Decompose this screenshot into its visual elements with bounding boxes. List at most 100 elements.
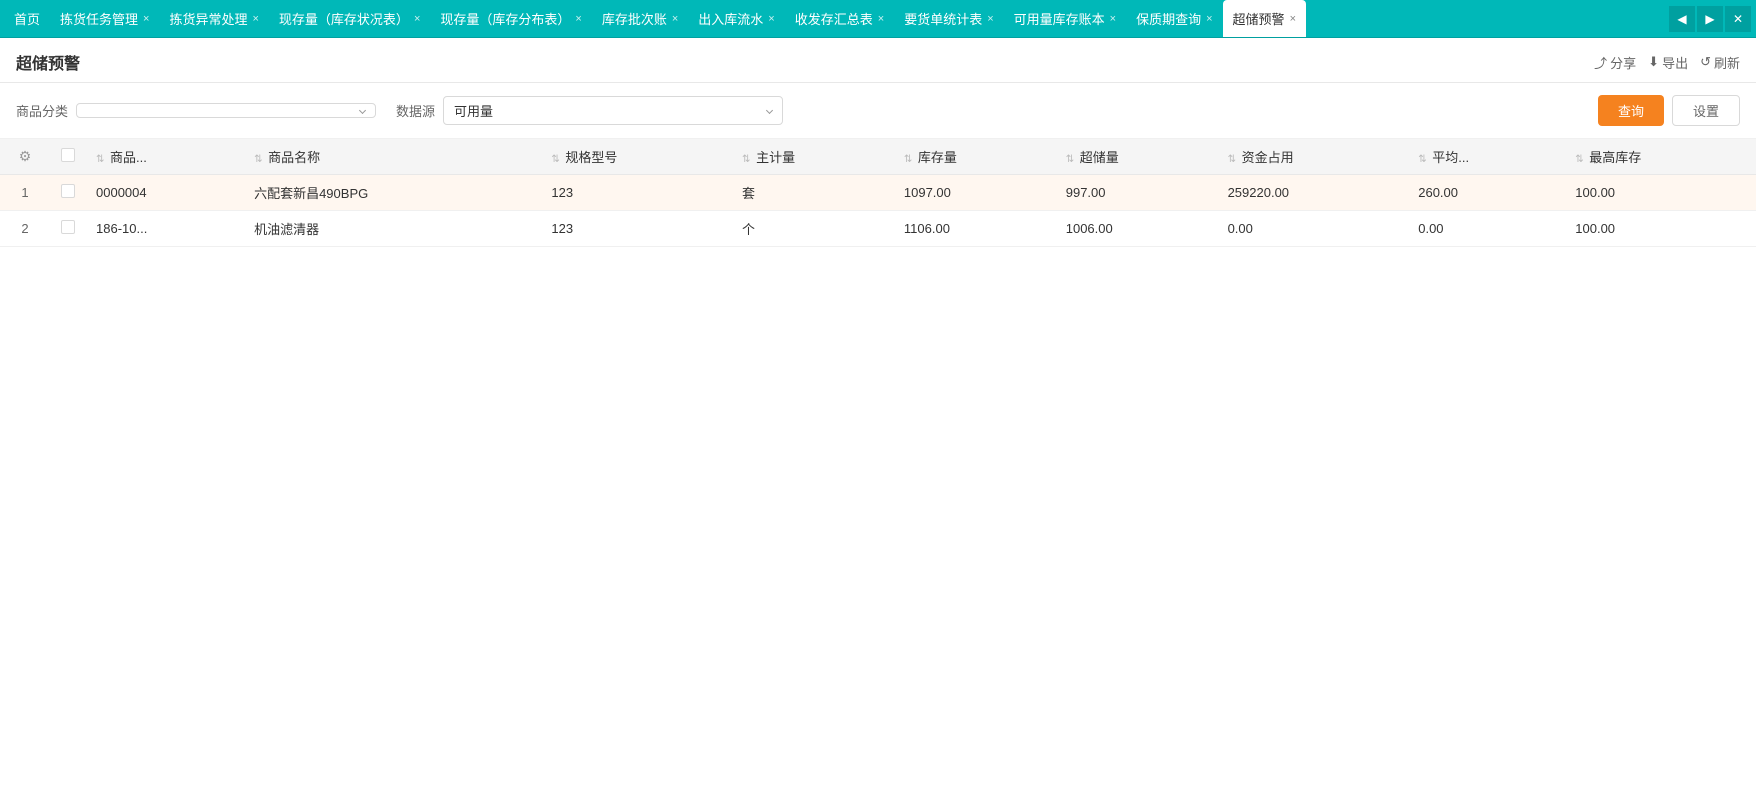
sort-icon-max-stock: ⇅ <box>1575 154 1583 165</box>
export-link[interactable]: ⬇ 导出 <box>1648 53 1688 72</box>
nav-tab-overstock[interactable]: 超储预警 × <box>1223 0 1306 38</box>
nav-tab-available[interactable]: 可用量库存账本 × <box>1004 0 1126 38</box>
close-icon-inventory-dist[interactable]: × <box>575 13 581 25</box>
export-icon: ⬇ <box>1648 54 1659 70</box>
close-icon-order-stat[interactable]: × <box>987 13 993 25</box>
cell-avg-1: 0.00 <box>1408 211 1565 247</box>
close-icon-batch[interactable]: × <box>672 13 678 25</box>
sort-icon-product-code: ⇅ <box>96 154 104 165</box>
nav-tab-abnormal[interactable]: 拣货异常处理 × <box>159 0 268 38</box>
close-icon-available[interactable]: × <box>1110 13 1116 25</box>
filter-bar: 商品分类 数据源 可用量 查询 设置 <box>0 83 1756 139</box>
cell-product-name-1: 机油滤清器 <box>244 211 541 247</box>
col-header-gear: ⚙ <box>0 139 50 175</box>
cell-unit-0: 套 <box>732 175 894 211</box>
nav-tab-quality[interactable]: 保质期查询 × <box>1126 0 1222 38</box>
close-icon-collect[interactable]: × <box>878 13 884 25</box>
cell-avg-0: 260.00 <box>1408 175 1565 211</box>
cell-stock-0: 1097.00 <box>894 175 1056 211</box>
col-header-product-code[interactable]: ⇅ 商品... <box>86 139 244 175</box>
sort-icon-capital: ⇅ <box>1228 154 1236 165</box>
table-body: 1 0000004 六配套新昌490BPG 123 套 1097.00 997.… <box>0 175 1756 247</box>
category-label: 商品分类 <box>16 101 68 120</box>
nav-tab-batch[interactable]: 库存批次账 × <box>592 0 688 38</box>
cell-index-1: 2 <box>0 211 50 247</box>
select-all-checkbox[interactable] <box>61 148 75 162</box>
cell-product-code-1: 186-10... <box>86 211 244 247</box>
settings-button[interactable]: 设置 <box>1672 95 1740 126</box>
col-header-over[interactable]: ⇅ 超储量 <box>1056 139 1218 175</box>
close-icon-overstock[interactable]: × <box>1290 13 1296 25</box>
table-container: ⚙ ⇅ 商品... ⇅ 商品名称 ⇅ 规格型号 <box>0 139 1756 247</box>
cell-max-stock-1: 100.00 <box>1565 211 1756 247</box>
col-header-checkbox <box>50 139 86 175</box>
cell-max-stock-0: 100.00 <box>1565 175 1756 211</box>
col-header-avg[interactable]: ⇅ 平均... <box>1408 139 1565 175</box>
row-checkbox-1[interactable] <box>61 220 75 234</box>
cell-spec-0: 123 <box>541 175 732 211</box>
cell-index-0: 1 <box>0 175 50 211</box>
nav-tab-task[interactable]: 拣货任务管理 × <box>50 0 159 38</box>
filter-datasource: 数据源 可用量 <box>396 96 783 125</box>
sort-icon-avg: ⇅ <box>1418 154 1426 165</box>
page-header: 超储预警 ⤴ 分享 ⬇ 导出 ↺ 刷新 <box>0 38 1756 83</box>
datasource-chevron-icon <box>766 107 773 114</box>
datasource-select[interactable]: 可用量 <box>443 96 783 125</box>
cell-unit-1: 个 <box>732 211 894 247</box>
settings-gear-icon[interactable]: ⚙ <box>19 148 32 164</box>
cell-product-code-0: 0000004 <box>86 175 244 211</box>
nav-right-arrow[interactable]: ▶ <box>1697 6 1723 32</box>
nav-tab-inventory-dist[interactable]: 现存量（库存分布表） × <box>430 0 591 38</box>
nav-close-btn[interactable]: ✕ <box>1725 6 1751 32</box>
nav-left-arrow[interactable]: ◀ <box>1669 6 1695 32</box>
category-chevron-icon <box>359 107 366 114</box>
cell-checkbox-1 <box>50 211 86 247</box>
table-header-row: ⚙ ⇅ 商品... ⇅ 商品名称 ⇅ 规格型号 <box>0 139 1756 175</box>
cell-capital-1: 0.00 <box>1218 211 1409 247</box>
sort-icon-product-name: ⇅ <box>254 154 262 165</box>
sort-icon-stock: ⇅ <box>904 154 912 165</box>
sort-icon-unit: ⇅ <box>742 154 750 165</box>
sort-icon-over: ⇅ <box>1066 154 1074 165</box>
nav-tab-collect[interactable]: 收发存汇总表 × <box>785 0 894 38</box>
datasource-value: 可用量 <box>454 101 493 120</box>
table-row: 1 0000004 六配套新昌490BPG 123 套 1097.00 997.… <box>0 175 1756 211</box>
row-checkbox-0[interactable] <box>61 184 75 198</box>
cell-checkbox-0 <box>50 175 86 211</box>
nav-tab-order-stat[interactable]: 要货单统计表 × <box>894 0 1003 38</box>
close-icon-quality[interactable]: × <box>1206 13 1212 25</box>
header-actions: ⤴ 分享 ⬇ 导出 ↺ 刷新 <box>1594 53 1740 72</box>
refresh-link[interactable]: ↺ 刷新 <box>1700 53 1740 72</box>
close-icon-inout[interactable]: × <box>768 13 774 25</box>
share-icon: ⤴ <box>1594 53 1607 72</box>
close-icon-task[interactable]: × <box>143 13 149 25</box>
col-header-stock[interactable]: ⇅ 库存量 <box>894 139 1056 175</box>
query-button[interactable]: 查询 <box>1598 95 1664 126</box>
sort-icon-spec: ⇅ <box>551 154 559 165</box>
cell-capital-0: 259220.00 <box>1218 175 1409 211</box>
nav-tab-home[interactable]: 首页 <box>4 0 50 38</box>
cell-over-1: 1006.00 <box>1056 211 1218 247</box>
nav-arrows: ◀ ▶ ✕ <box>1668 6 1752 32</box>
refresh-icon: ↺ <box>1700 54 1711 70</box>
col-header-capital[interactable]: ⇅ 资金占用 <box>1218 139 1409 175</box>
datasource-label: 数据源 <box>396 101 435 120</box>
col-header-unit[interactable]: ⇅ 主计量 <box>732 139 894 175</box>
table-row: 2 186-10... 机油滤清器 123 个 1106.00 1006.00 … <box>0 211 1756 247</box>
filter-actions: 查询 设置 <box>1598 95 1740 126</box>
top-nav: 首页 拣货任务管理 × 拣货异常处理 × 现存量（库存状况表） × 现存量（库存… <box>0 0 1756 38</box>
cell-spec-1: 123 <box>541 211 732 247</box>
share-link[interactable]: ⤴ 分享 <box>1594 53 1636 72</box>
nav-tab-inventory-status[interactable]: 现存量（库存状况表） × <box>269 0 430 38</box>
col-header-max-stock[interactable]: ⇅ 最高库存 <box>1565 139 1756 175</box>
category-select[interactable] <box>76 103 376 118</box>
page-title: 超储预警 <box>16 50 80 74</box>
cell-over-0: 997.00 <box>1056 175 1218 211</box>
col-header-product-name[interactable]: ⇅ 商品名称 <box>244 139 541 175</box>
close-icon-inventory-status[interactable]: × <box>414 13 420 25</box>
close-icon-abnormal[interactable]: × <box>252 13 258 25</box>
nav-tab-inout[interactable]: 出入库流水 × <box>688 0 784 38</box>
col-header-spec[interactable]: ⇅ 规格型号 <box>541 139 732 175</box>
data-table: ⚙ ⇅ 商品... ⇅ 商品名称 ⇅ 规格型号 <box>0 139 1756 247</box>
page-content: 超储预警 ⤴ 分享 ⬇ 导出 ↺ 刷新 商品分类 数据源 <box>0 38 1756 800</box>
